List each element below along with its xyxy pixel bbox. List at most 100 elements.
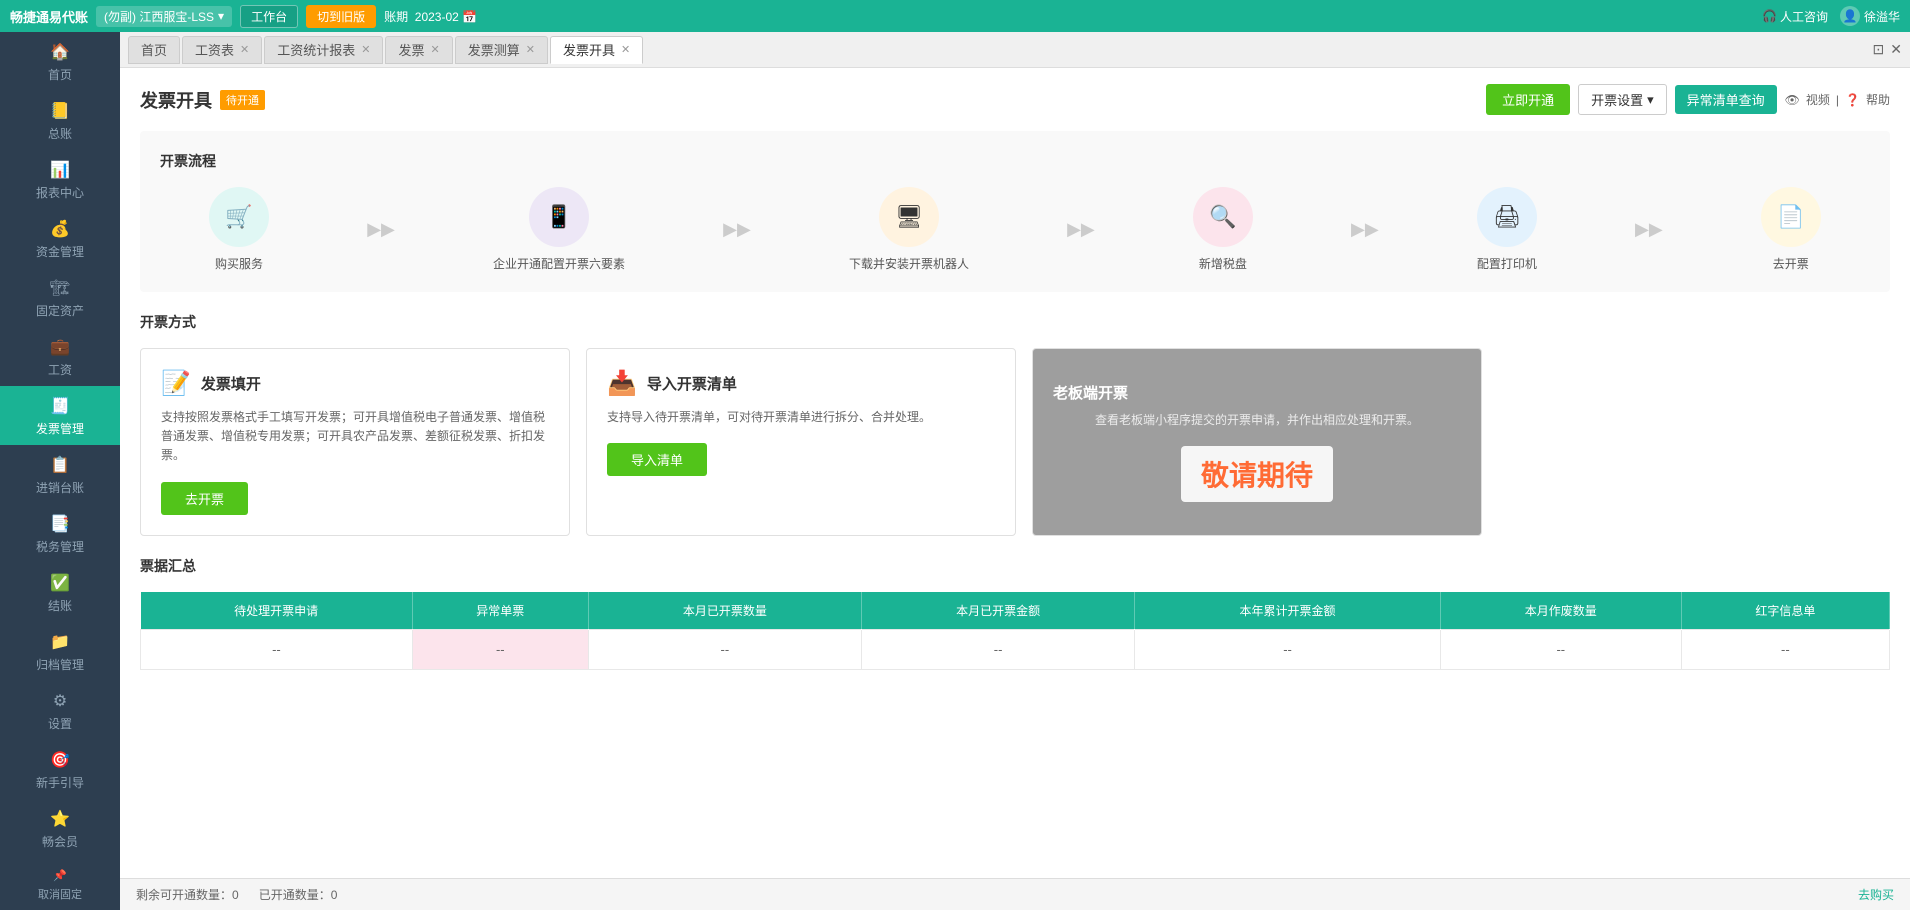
sidebar-item-settings[interactable]: ⚙ 设置 <box>0 681 120 740</box>
tab-close-invoice[interactable]: ✕ <box>431 43 440 56</box>
flow-step-4: 🖨 配置打印机 <box>1477 187 1537 272</box>
assets-icon: 🏗 <box>50 278 70 298</box>
sidebar-item-invoice[interactable]: 🧾 发票管理 <box>0 386 120 445</box>
top-bar-left: 畅捷通易代账 (勿副) 江西服宝-LSS ▾ 工作台 切到旧版 账期 2023-… <box>10 5 477 28</box>
sidebar-item-member[interactable]: ⭐ 畅会员 <box>0 799 120 858</box>
sidebar-item-salary[interactable]: 💼 工资 <box>0 327 120 386</box>
tab-salary-report[interactable]: 工资统计报表 ✕ <box>264 36 383 64</box>
tab-invoice[interactable]: 发票 ✕ <box>385 36 452 64</box>
tab-salary[interactable]: 工资表 ✕ <box>182 36 262 64</box>
opened-label: 已开通数量：0 <box>259 886 338 903</box>
settings-icon: ⚙ <box>53 691 67 711</box>
flow-step-0: 🛒 购买服务 <box>209 187 269 272</box>
company-selector[interactable]: (勿副) 江西服宝-LSS ▾ <box>96 6 232 27</box>
summary-header-1: 异常单票 <box>412 592 588 630</box>
header-actions: 立即开通 开票设置 ▾ 异常清单查询 👁 视频 | ❓ 帮助 <box>1486 84 1890 115</box>
calendar-icon[interactable]: 📅 <box>462 10 477 24</box>
sidebar-item-settle[interactable]: ✅ 结账 <box>0 563 120 622</box>
sidebar-label-reports: 报表中心 <box>36 184 84 201</box>
dropdown-arrow-icon: ▾ <box>1647 92 1654 108</box>
step-label-config: 企业开通配置开票六要素 <box>493 255 625 272</box>
page-header: 发票开具 待开通 立即开通 开票设置 ▾ 异常清单查询 👁 视频 | ❓ <box>140 84 1890 115</box>
abnormal-query-button[interactable]: 异常清单查询 <box>1675 85 1777 114</box>
manual-desc: 支持按照发票格式手工填写开发票；可开具增值税电子普通发票、增值税普通发票、增值税… <box>161 408 549 466</box>
sidebar-label-assets: 固定资产 <box>36 302 84 319</box>
remaining-label: 剩余可开通数量：0 <box>136 886 239 903</box>
summary-cell-1: -- <box>412 629 588 669</box>
manual-icon: 📝 <box>161 369 191 398</box>
tab-invoice-issue[interactable]: 发票开具 ✕ <box>550 36 643 64</box>
user-avatar: 👤 徐溢华 <box>1840 6 1900 26</box>
sidebar-item-home[interactable]: 🏠 首页 <box>0 32 120 91</box>
summary-header-0: 待处理开票申请 <box>141 592 413 630</box>
step-icon-download: 🖥 <box>879 187 939 247</box>
tab-home[interactable]: 首页 <box>128 36 180 64</box>
restore-button[interactable]: ⊡ <box>1873 41 1885 58</box>
import-icon: 📥 <box>607 369 637 398</box>
sidebar-item-archive[interactable]: 📁 归档管理 <box>0 622 120 681</box>
immediate-open-button[interactable]: 立即开通 <box>1486 84 1570 115</box>
summary-data-row: -- -- -- -- -- -- -- <box>141 629 1890 669</box>
sidebar-item-guide[interactable]: 🎯 新手引导 <box>0 740 120 799</box>
page-content: 发票开具 待开通 立即开通 开票设置 ▾ 异常清单查询 👁 视频 | ❓ <box>120 68 1910 878</box>
tab-close-salary-report[interactable]: ✕ <box>361 43 370 56</box>
sidebar-item-funds[interactable]: 💰 资金管理 <box>0 209 120 268</box>
method-section-title: 开票方式 <box>140 312 1890 332</box>
sidebar-item-tax[interactable]: 📑 税务管理 <box>0 504 120 563</box>
flow-step-5[interactable]: 📄 去开票 <box>1761 187 1821 272</box>
help-label[interactable]: 帮助 <box>1866 91 1890 108</box>
view-label[interactable]: 视频 <box>1806 91 1830 108</box>
tab-invoice-calc[interactable]: 发票测算 ✕ <box>455 36 548 64</box>
tab-close-salary[interactable]: ✕ <box>240 43 249 56</box>
method-card-manual-header: 📝 发票填开 <box>161 369 549 398</box>
window-controls: ⊡ ✕ <box>1873 41 1902 58</box>
tab-close-invoice-calc[interactable]: ✕ <box>526 43 535 56</box>
sidebar-label-guide: 新手引导 <box>36 774 84 791</box>
switch-old-button[interactable]: 切到旧版 <box>306 5 376 28</box>
flow-section-title: 开票流程 <box>160 151 1870 171</box>
summary-cell-0: -- <box>141 629 413 669</box>
help-icon: ❓ <box>1845 93 1860 107</box>
go-issue-button[interactable]: 去开票 <box>161 482 248 515</box>
summary-section: 票据汇总 待处理开票申请 异常单票 本月已开票数量 本月已开票金额 本年累计开票… <box>140 556 1890 670</box>
sidebar-item-ledger[interactable]: 📒 总账 <box>0 91 120 150</box>
sidebar-label-invoice: 发票管理 <box>36 420 84 437</box>
summary-cell-2: -- <box>588 629 861 669</box>
settle-icon: ✅ <box>50 573 70 593</box>
bottom-info: 剩余可开通数量：0 已开通数量：0 <box>136 886 337 903</box>
workbench-button[interactable]: 工作台 <box>240 5 298 28</box>
summary-header-3: 本月已开票金额 <box>861 592 1134 630</box>
step-label-taxdisk: 新增税盘 <box>1199 255 1247 272</box>
sidebar-item-reports[interactable]: 📊 报表中心 <box>0 150 120 209</box>
step-icon-taxdisk: 🔍 <box>1193 187 1253 247</box>
flow-step-3: 🔍 新增税盘 <box>1193 187 1253 272</box>
flow-arrow-1: ▶▶ <box>723 219 751 240</box>
tab-close-invoice-issue[interactable]: ✕ <box>621 43 630 56</box>
user-service[interactable]: 🎧 人工咨询 <box>1762 8 1828 25</box>
sidebar-item-pin[interactable]: 📌 取消固定 <box>0 861 120 910</box>
buy-link[interactable]: 去购买 <box>1858 886 1894 903</box>
invoice-icon: 🧾 <box>50 396 70 416</box>
summary-cell-6: -- <box>1681 629 1889 669</box>
method-card-manual: 📝 发票填开 支持按照发票格式手工填写开发票；可开具增值税电子普通发票、增值税普… <box>140 348 570 536</box>
app-logo: 畅捷通易代账 <box>10 7 88 26</box>
step-icon-buy: 🛒 <box>209 187 269 247</box>
sidebar-item-purchase[interactable]: 📋 进销台账 <box>0 445 120 504</box>
open-settings-button[interactable]: 开票设置 ▾ <box>1578 84 1667 115</box>
period-label: 账期 2023-02 📅 <box>384 8 477 25</box>
summary-header-4: 本年累计开票金额 <box>1135 592 1441 630</box>
member-icon: ⭐ <box>50 809 70 829</box>
sidebar-item-assets[interactable]: 🏗 固定资产 <box>0 268 120 327</box>
import-list-button[interactable]: 导入清单 <box>607 443 707 476</box>
main-layout: 🏠 首页 📒 总账 📊 报表中心 💰 资金管理 🏗 固定资产 💼 工资 🧾 发票… <box>0 32 1910 910</box>
sidebar-label-member: 畅会员 <box>42 833 78 850</box>
close-button[interactable]: ✕ <box>1890 41 1902 58</box>
import-title: 导入开票清单 <box>647 373 737 394</box>
pin-icon: 📌 <box>53 869 67 882</box>
home-icon: 🏠 <box>50 42 70 62</box>
page-title: 发票开具 <box>140 87 212 113</box>
headset-icon: 🎧 <box>1762 9 1777 23</box>
step-label-download: 下载并安装开票机器人 <box>849 255 969 272</box>
flow-arrow-4: ▶▶ <box>1635 219 1663 240</box>
summary-table: 待处理开票申请 异常单票 本月已开票数量 本月已开票金额 本年累计开票金额 本月… <box>140 592 1890 670</box>
